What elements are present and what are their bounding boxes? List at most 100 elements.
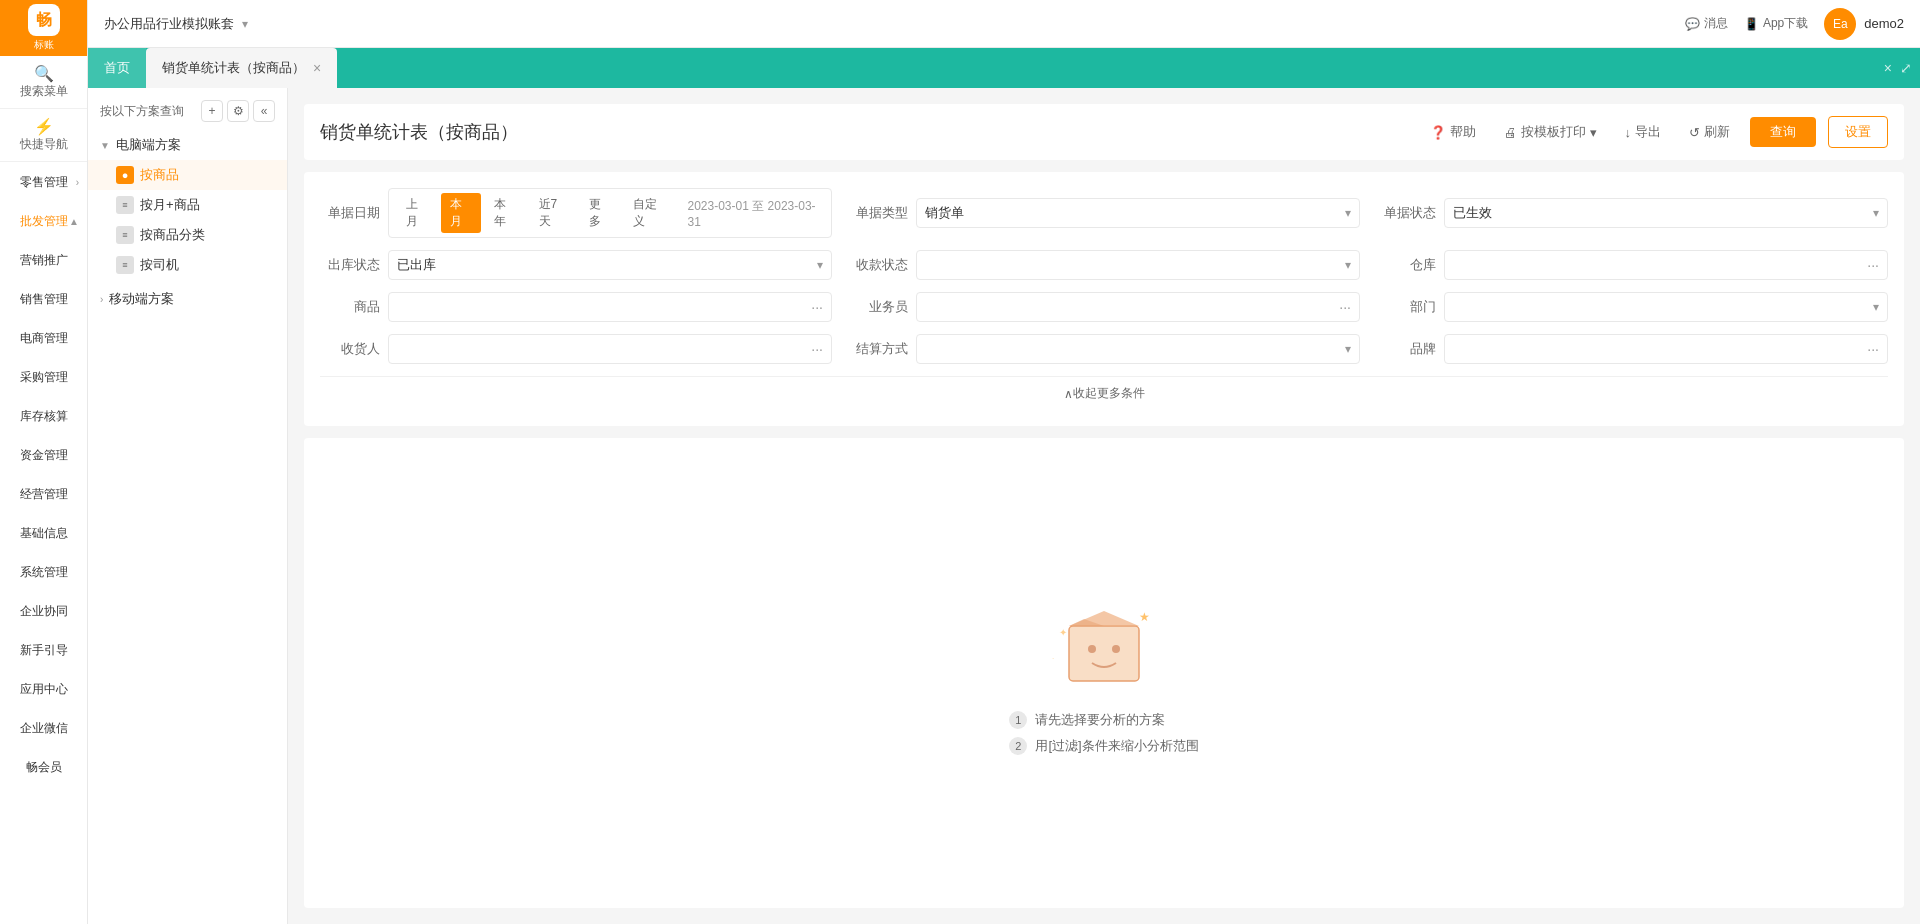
salesman-control[interactable]: ··· [916,292,1360,322]
panel-item-by-month-goods[interactable]: ≡ 按月+商品 [88,190,287,220]
sidebar-item-purchase[interactable]: 采购管理 [0,357,87,396]
receiver-dots-icon[interactable]: ··· [811,341,823,357]
pay-status-dropdown-icon[interactable]: ▾ [1345,258,1351,272]
expand-icon: ▼ [100,140,110,151]
message-button[interactable]: 💬 消息 [1685,15,1728,32]
refresh-button[interactable]: ↺ 刷新 [1681,119,1738,145]
sidebar-item-newbie[interactable]: 新手引导 [0,630,87,669]
date-btn-last-month[interactable]: 上月 [397,193,437,233]
goods-control[interactable]: ··· [388,292,832,322]
by-month-icon: ≡ [116,196,134,214]
tab-bar-right: × ⤢ [1884,60,1920,76]
date-btn-this-month[interactable]: 本月 [441,193,481,233]
warehouse-dots-icon[interactable]: ··· [1867,257,1879,273]
settings-scheme-button[interactable]: ⚙ [227,100,249,122]
out-status-dropdown-icon[interactable]: ▾ [817,258,823,272]
chevron-up-icon: ∧ [1064,387,1073,401]
date-label: 单据日期 [320,204,380,222]
svg-rect-0 [1069,626,1139,681]
panel-section-mobile-header[interactable]: › 移动端方案 [88,284,287,314]
sidebar-search[interactable]: 🔍 搜索菜单 [0,56,87,109]
type-control[interactable]: 销货单 ▾ [916,198,1360,228]
goods-dots-icon[interactable]: ··· [811,299,823,315]
panel-section-pc-header[interactable]: ▼ 电脑端方案 [88,130,287,160]
panel-item-by-goods[interactable]: ● 按商品 [88,160,287,190]
sidebar-item-marketing[interactable]: 营销推广 [0,240,87,279]
tab-close-icon[interactable]: × [313,60,321,76]
date-btn-this-year[interactable]: 本年 [485,193,525,233]
filter-goods: 商品 ··· [320,292,832,322]
panel-item-by-cashier[interactable]: ≡ 按司机 [88,250,287,280]
settings-button[interactable]: 设置 [1828,116,1888,148]
page-title: 销货单统计表（按商品） [320,120,518,144]
sidebar-item-inventory[interactable]: 库存核算 [0,396,87,435]
warehouse-control[interactable]: ··· [1444,250,1888,280]
header-right: 💬 消息 📱 App下载 Ea demo2 [1685,8,1904,40]
panel-item-by-goods-cat[interactable]: ≡ 按商品分类 [88,220,287,250]
date-btn-7days[interactable]: 近7天 [530,193,576,233]
query-button[interactable]: 查询 [1750,117,1816,147]
svg-text:✦: ✦ [1059,627,1067,638]
app-download-button[interactable]: 📱 App下载 [1744,15,1808,32]
sidebar-item-retail[interactable]: 零售管理 › [0,162,87,201]
collapse-panel-button[interactable]: « [253,100,275,122]
main-area: 办公用品行业模拟账套 ▾ 💬 消息 📱 App下载 Ea demo2 首页 [88,0,1920,924]
window-maximize-icon[interactable]: ⤢ [1900,60,1912,76]
date-btn-more[interactable]: 更多 [580,193,620,233]
sidebar-item-vip[interactable]: 畅会员 [0,747,87,786]
page-title-bar: 销货单统计表（按商品） ❓ 帮助 🖨 按模板打印 ▾ ↓ 导出 [304,104,1904,160]
collapse-more-button[interactable]: ∧ 收起更多条件 [320,376,1888,410]
status-dropdown-icon[interactable]: ▾ [1873,206,1879,220]
date-btn-custom[interactable]: 自定义 [624,193,675,233]
help-button[interactable]: ❓ 帮助 [1422,119,1484,145]
type-dropdown-icon[interactable]: ▾ [1345,206,1351,220]
brand-control[interactable]: ··· [1444,334,1888,364]
filter-brand: 品牌 ··· [1376,334,1888,364]
salesman-dots-icon[interactable]: ··· [1339,299,1351,315]
export-button[interactable]: ↓ 导出 [1617,119,1670,145]
chevron-up-icon: ▲ [69,215,79,226]
dept-dropdown-icon[interactable]: ▾ [1873,300,1879,314]
tab-home[interactable]: 首页 [88,48,146,88]
content-area: 按以下方案查询 + ⚙ « ▼ 电脑端方案 ● 按商品 ≡ [88,88,1920,924]
filter-row-2: 出库状态 已出库 ▾ 收款状态 ▾ [320,250,1888,280]
sidebar-item-sales[interactable]: 销售管理 [0,279,87,318]
out-status-control[interactable]: 已出库 ▾ [388,250,832,280]
sidebar-item-wecom[interactable]: 企业微信 [0,708,87,747]
filter-section: 单据日期 上月 本月 本年 近7天 更多 自定义 2023-03-01 至 20… [304,172,1904,426]
type-value: 销货单 [925,204,1345,222]
settle-control[interactable]: ▾ [916,334,1360,364]
print-button[interactable]: 🖨 按模板打印 ▾ [1496,119,1605,145]
brand-dots-icon[interactable]: ··· [1867,341,1879,357]
panel-section-mobile: › 移动端方案 [88,284,287,314]
sidebar-item-appcenter[interactable]: 应用中心 [0,669,87,708]
pay-status-control[interactable]: ▾ [916,250,1360,280]
sidebar-item-ops[interactable]: 经营管理 [0,474,87,513]
date-control[interactable]: 上月 本月 本年 近7天 更多 自定义 2023-03-01 至 2023-03… [388,188,832,238]
chevron-right-icon: › [76,176,79,187]
status-control[interactable]: 已生效 ▾ [1444,198,1888,228]
sidebar-item-basic[interactable]: 基础信息 [0,513,87,552]
app-logo: 畅 标账 [0,0,87,56]
svg-point-2 [1088,645,1096,653]
receiver-control[interactable]: ··· [388,334,832,364]
sidebar-item-ecom[interactable]: 电商管理 [0,318,87,357]
breadcrumb: 办公用品行业模拟账套 [104,15,234,33]
sidebar-quick-nav[interactable]: ⚡ 快捷导航 [0,109,87,162]
expand-icon: › [100,294,103,305]
logo-icon: 畅 [28,4,60,36]
sidebar-item-system[interactable]: 系统管理 [0,552,87,591]
sidebar: 畅 标账 🔍 搜索菜单 ⚡ 快捷导航 零售管理 › 批发管理 ▲ 营销推广 销售… [0,0,88,924]
type-label: 单据类型 [848,204,908,222]
dept-control[interactable]: ▾ [1444,292,1888,322]
sidebar-item-finance[interactable]: 资金管理 [0,435,87,474]
window-close-icon[interactable]: × [1884,60,1892,76]
settle-dropdown-icon[interactable]: ▾ [1345,342,1351,356]
status-value: 已生效 [1453,204,1873,222]
add-scheme-button[interactable]: + [201,100,223,122]
sidebar-item-wholesale[interactable]: 批发管理 ▲ [0,201,87,240]
empty-illustration: ★ ✦ · [1044,591,1164,691]
breadcrumb-dropdown[interactable]: ▾ [242,17,248,31]
sidebar-item-corp[interactable]: 企业协同 [0,591,87,630]
tab-report[interactable]: 销货单统计表（按商品） × [146,48,337,88]
